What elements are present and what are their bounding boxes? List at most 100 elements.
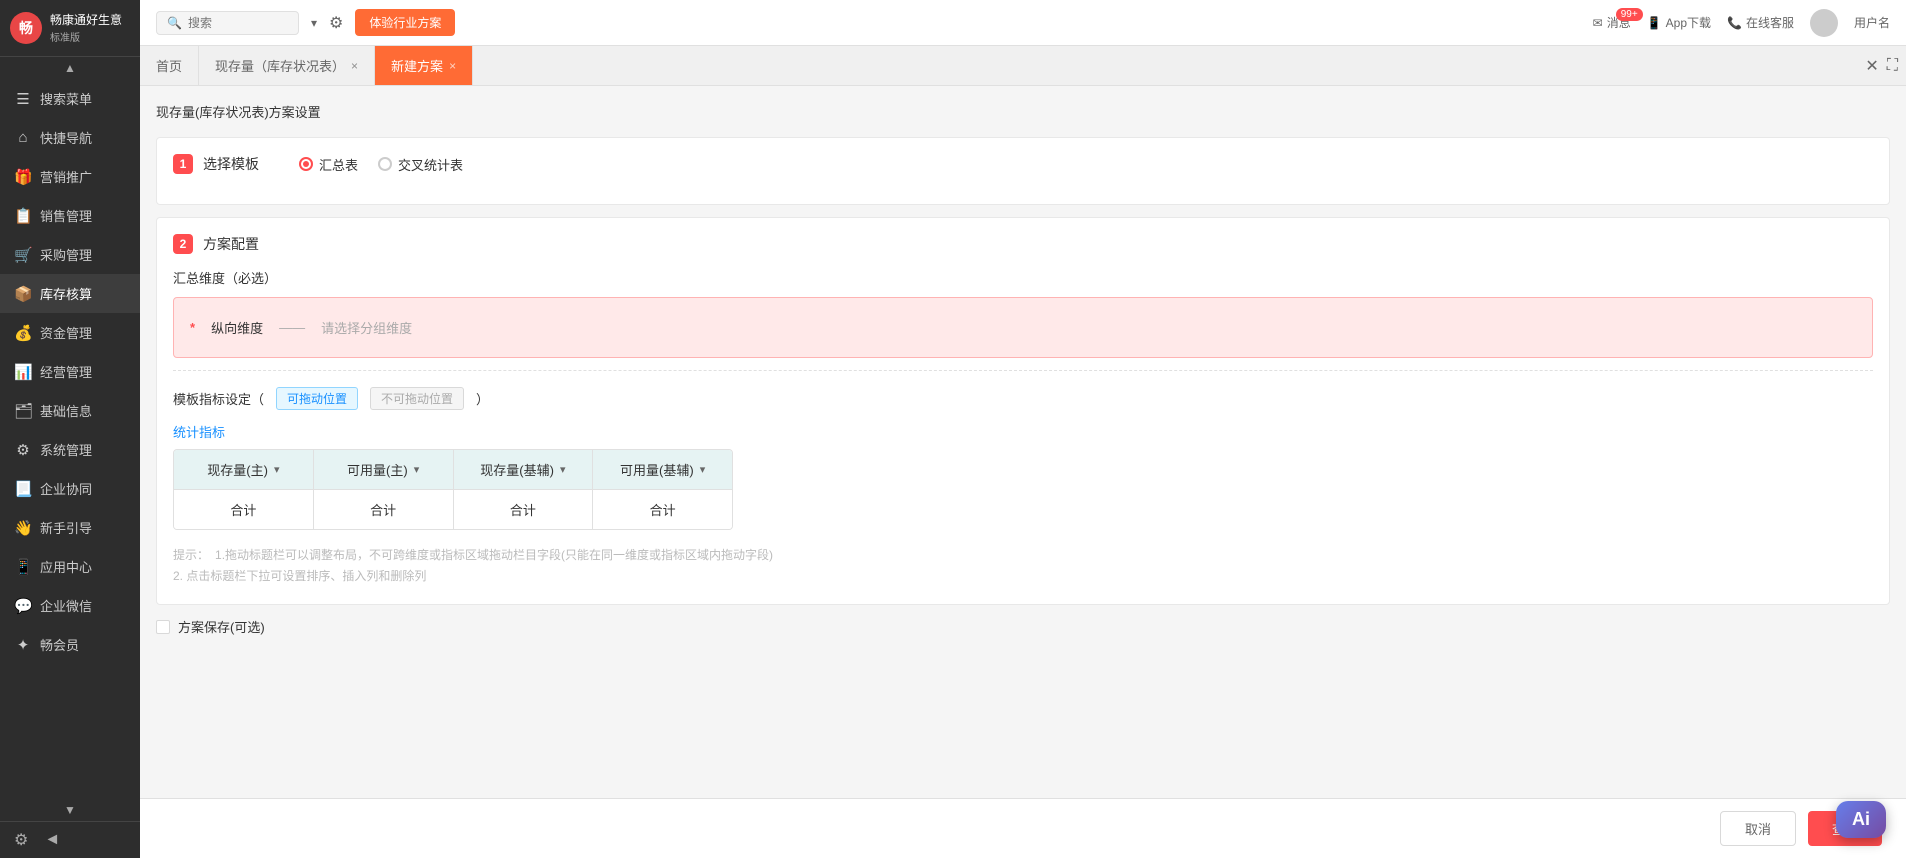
sidebar-item-enterprise[interactable]: 📃 企业协同 bbox=[0, 469, 140, 508]
app-center-icon: 📱 bbox=[14, 558, 32, 576]
sidebar-item-label: 畅会员 bbox=[40, 635, 79, 654]
basic-info-icon: 🗂 bbox=[14, 402, 32, 420]
topbar-dropdown-icon[interactable]: ▾ bbox=[311, 16, 317, 30]
app-download-button[interactable]: 📱 App下载 bbox=[1647, 14, 1711, 31]
enterprise-icon: 📃 bbox=[14, 480, 32, 498]
sidebar-scroll-up[interactable]: ▲ bbox=[0, 57, 140, 79]
stats-body-label-2: 合计 bbox=[510, 500, 536, 519]
online-service-button[interactable]: 📞 在线客服 bbox=[1727, 14, 1794, 31]
movable-tag: 可拖动位置 bbox=[276, 387, 358, 410]
stats-body-label-1: 合计 bbox=[370, 500, 396, 519]
sidebar-audio-button[interactable]: ◄ bbox=[44, 830, 60, 850]
sidebar-item-sales[interactable]: 📋 销售管理 bbox=[0, 196, 140, 235]
sidebar-item-basic-info[interactable]: 🗂 基础信息 bbox=[0, 391, 140, 430]
sales-icon: 📋 bbox=[14, 207, 32, 225]
page-title: 现存量(库存状况表)方案设置 bbox=[156, 102, 1890, 121]
service-label: 在线客服 bbox=[1746, 14, 1794, 31]
cancel-button[interactable]: 取消 bbox=[1720, 811, 1796, 846]
purchase-icon: 🛒 bbox=[14, 246, 32, 264]
stats-header-cell-1[interactable]: 可用量(主) ▾ bbox=[314, 450, 454, 489]
sidebar-item-label: 营销推广 bbox=[40, 167, 92, 186]
sidebar-item-vip[interactable]: ✦ 畅会员 bbox=[0, 625, 140, 664]
app-logo: 畅 畅康通好生意 标准版 bbox=[0, 0, 140, 57]
sidebar-item-inventory[interactable]: 📦 库存核算 bbox=[0, 274, 140, 313]
topbar-search-box[interactable]: 🔍 bbox=[156, 11, 299, 35]
sidebar-scroll-down[interactable]: ▼ bbox=[0, 799, 140, 821]
sidebar-item-label: 系统管理 bbox=[40, 440, 92, 459]
sidebar-settings-button[interactable]: ⚙ bbox=[14, 830, 28, 850]
search-icon: 🔍 bbox=[167, 16, 182, 30]
dimension-dash: —— bbox=[279, 320, 305, 335]
radio-summary-circle bbox=[299, 157, 313, 171]
messages-badge: 99+ bbox=[1616, 8, 1643, 21]
sidebar-item-system[interactable]: ⚙ 系统管理 bbox=[0, 430, 140, 469]
stats-header-cell-2[interactable]: 现存量(基辅) ▾ bbox=[454, 450, 594, 489]
sidebar-item-enterprise-wechat[interactable]: 💬 企业微信 bbox=[0, 586, 140, 625]
stats-table: 现存量(主) ▾ 可用量(主) ▾ 现存量(基辅) ▾ 可用量(基辅) ▾ bbox=[173, 449, 733, 530]
app-version: 标准版 bbox=[50, 29, 122, 44]
inventory-icon: 📦 bbox=[14, 285, 32, 303]
avatar[interactable] bbox=[1810, 9, 1838, 37]
template-radio-group: 汇总表 交叉统计表 bbox=[299, 155, 463, 174]
sidebar-item-new-guide[interactable]: 👋 新手引导 bbox=[0, 508, 140, 547]
tab-inventory-close-icon[interactable]: × bbox=[351, 59, 358, 73]
dimension-label: 汇总维度（必选） bbox=[173, 268, 1873, 287]
chevron-down-icon-2[interactable]: ▾ bbox=[560, 463, 566, 476]
messages-button[interactable]: ✉ 消息 99+ bbox=[1593, 14, 1631, 31]
operations-icon: 📊 bbox=[14, 363, 32, 381]
tabs-expand-button[interactable]: ⛶ bbox=[1887, 57, 1898, 75]
vip-icon: ✦ bbox=[14, 636, 32, 654]
tips-text-0: 1.拖动标题栏可以调整布局，不可跨维度或指标区域拖动栏目字段(只能在同一维度或指… bbox=[215, 546, 773, 563]
topbar-settings-icon[interactable]: ⚙ bbox=[329, 13, 343, 33]
tab-new-plan-close-icon[interactable]: × bbox=[449, 59, 456, 73]
sidebar-item-quick-nav[interactable]: ⌂ 快捷导航 bbox=[0, 118, 140, 157]
tips-title: 提示： bbox=[173, 546, 209, 563]
step2-number: 2 bbox=[173, 234, 193, 254]
immovable-tag: 不可拖动位置 bbox=[370, 387, 464, 410]
radio-cross-circle bbox=[378, 157, 392, 171]
sidebar-item-label: 销售管理 bbox=[40, 206, 92, 225]
chevron-down-icon-3[interactable]: ▾ bbox=[700, 463, 706, 476]
radio-summary-dot bbox=[303, 161, 309, 167]
chevron-down-icon-0[interactable]: ▾ bbox=[274, 463, 280, 476]
sidebar-item-purchase[interactable]: 🛒 采购管理 bbox=[0, 235, 140, 274]
tab-home[interactable]: 首页 bbox=[140, 46, 199, 85]
trial-button[interactable]: 体验行业方案 bbox=[355, 9, 455, 36]
sidebar-item-search-menu[interactable]: ☰ 搜索菜单 bbox=[0, 79, 140, 118]
stats-body-cell-2: 合计 bbox=[454, 490, 594, 529]
new-guide-icon: 👋 bbox=[14, 519, 32, 537]
tab-new-plan[interactable]: 新建方案 × bbox=[375, 46, 473, 85]
ai-float-button[interactable]: Ai bbox=[1836, 801, 1886, 838]
stats-body-cell-1: 合计 bbox=[314, 490, 454, 529]
sidebar-item-app-center[interactable]: 📱 应用中心 bbox=[0, 547, 140, 586]
stats-header-cell-3[interactable]: 可用量(基辅) ▾ bbox=[593, 450, 732, 489]
topbar: 🔍 ▾ ⚙ 体验行业方案 ✉ 消息 99+ 📱 App下载 📞 在线客服 用户名 bbox=[140, 0, 1906, 46]
chevron-down-icon-1[interactable]: ▾ bbox=[414, 463, 420, 476]
tabs-actions: ✕ ⛶ bbox=[1857, 56, 1906, 76]
sidebar-item-label: 采购管理 bbox=[40, 245, 92, 264]
stats-body-label-0: 合计 bbox=[230, 500, 256, 519]
tab-inventory-status[interactable]: 现存量（库存状况表） × bbox=[199, 46, 375, 85]
tips-section: 提示： 1.拖动标题栏可以调整布局，不可跨维度或指标区域拖动栏目字段(只能在同一… bbox=[173, 546, 1873, 584]
tabs-close-button[interactable]: ✕ bbox=[1865, 56, 1878, 76]
step1-header: 1 选择模板 汇总表 交叉统计表 bbox=[173, 154, 1873, 174]
stats-header-cell-0[interactable]: 现存量(主) ▾ bbox=[174, 450, 314, 489]
sidebar-item-label: 基础信息 bbox=[40, 401, 92, 420]
sidebar-item-label: 应用中心 bbox=[40, 557, 92, 576]
radio-cross-label: 交叉统计表 bbox=[398, 155, 463, 174]
stats-body-cell-3: 合计 bbox=[593, 490, 732, 529]
radio-cross[interactable]: 交叉统计表 bbox=[378, 155, 463, 174]
search-input[interactable] bbox=[188, 16, 288, 30]
sidebar-item-label: 快捷导航 bbox=[40, 128, 92, 147]
sidebar-item-marketing[interactable]: 🎁 营销推广 bbox=[0, 157, 140, 196]
dimension-box[interactable]: * 纵向维度 —— 请选择分组维度 bbox=[173, 297, 1873, 358]
dimension-placeholder: 请选择分组维度 bbox=[321, 318, 412, 337]
stats-header-label-3: 可用量(基辅) bbox=[620, 460, 694, 479]
tips-item-0: 提示： 1.拖动标题栏可以调整布局，不可跨维度或指标区域拖动栏目字段(只能在同一… bbox=[173, 546, 1873, 563]
sidebar-item-finance[interactable]: 💰 资金管理 bbox=[0, 313, 140, 352]
radio-summary[interactable]: 汇总表 bbox=[299, 155, 358, 174]
save-checkbox-label: 方案保存(可选) bbox=[178, 617, 265, 636]
tab-inventory-status-label: 现存量（库存状况表） bbox=[215, 56, 345, 75]
save-checkbox[interactable]: 方案保存(可选) bbox=[156, 617, 1890, 636]
sidebar-item-operations[interactable]: 📊 经营管理 bbox=[0, 352, 140, 391]
